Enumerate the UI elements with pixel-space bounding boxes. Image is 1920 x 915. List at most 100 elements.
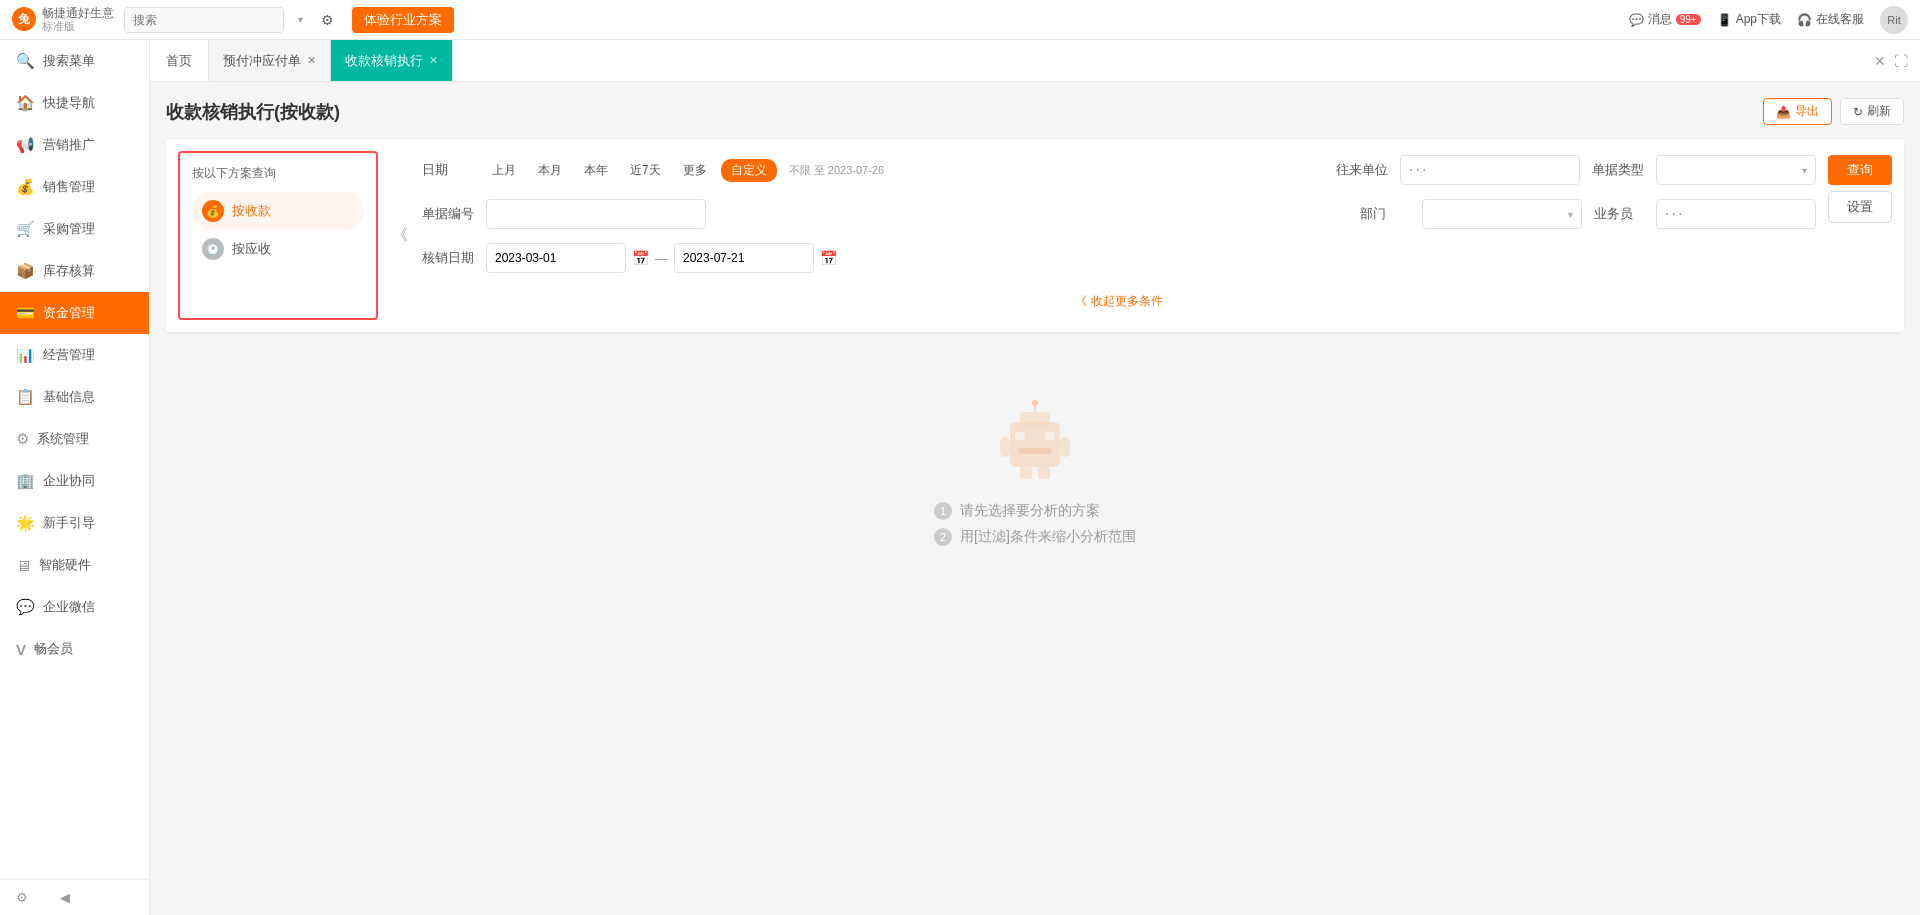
svg-rect-7 [1000, 437, 1010, 457]
sidebar-item-base-info[interactable]: 📋 基础信息 [0, 376, 149, 418]
settings-icon[interactable]: ⚙ [321, 12, 334, 28]
empty-tips: 1 请先选择要分析的方案 2 用[过滤]条件来缩小分析范围 [934, 502, 1136, 546]
sidebar-item-member[interactable]: V 畅会员 [0, 628, 149, 670]
sidebar: 🔍 搜索菜单 🏠 快捷导航 📢 营销推广 💰 销售管理 🛒 采购管理 📦 库存核… [0, 40, 150, 915]
verify-date-label: 核销日期 [422, 249, 474, 267]
doc-type-arrow-icon: ▾ [1802, 165, 1807, 176]
service-icon: 🎧 [1797, 13, 1812, 27]
window-close-icon[interactable]: ✕ [1874, 53, 1886, 69]
sidebar-item-marketing[interactable]: 📢 营销推广 [0, 124, 149, 166]
verify-date-start-input[interactable] [486, 243, 626, 273]
tab-prepay-label: 预付冲应付单 [223, 52, 301, 70]
sidebar-item-inventory[interactable]: 📦 库存核算 [0, 250, 149, 292]
window-maximize-icon[interactable]: ⛶ [1894, 53, 1908, 69]
verify-date-end-input[interactable] [674, 243, 814, 273]
date-this-month-btn[interactable]: 本月 [530, 159, 570, 182]
query-button[interactable]: 查询 [1828, 155, 1892, 185]
topbar-right: 💬 消息 99+ 📱 App下载 🎧 在线客服 Rit [1629, 6, 1908, 34]
bottom-settings-icon: ⚙ [16, 890, 28, 905]
svg-rect-6 [1018, 448, 1052, 454]
sidebar-item-operations[interactable]: 📊 经营管理 [0, 334, 149, 376]
date-more-btn[interactable]: 更多 [675, 159, 715, 182]
marketing-icon: 📢 [16, 136, 35, 154]
sidebar-item-enterprise[interactable]: 🏢 企业协同 [0, 460, 149, 502]
partner-dots: ··· [1409, 161, 1428, 179]
member-icon: V [16, 641, 26, 658]
inventory-icon: 📦 [16, 262, 35, 280]
date-custom-btn[interactable]: 自定义 [721, 159, 777, 182]
message-button[interactable]: 💬 消息 99+ [1629, 11, 1701, 28]
tab-home[interactable]: 首页 [150, 40, 209, 81]
sidebar-item-search-menu[interactable]: 🔍 搜索菜单 [0, 40, 149, 82]
tab-prepay[interactable]: 预付冲应付单 ✕ [209, 40, 331, 81]
doc-no-label: 单据编号 [422, 205, 474, 223]
app-label: App下载 [1736, 11, 1781, 28]
svg-rect-9 [1020, 467, 1032, 479]
tab-receipts[interactable]: 收款核销执行 ✕ [331, 40, 453, 81]
sidebar-item-finance[interactable]: 💳 资金管理 [0, 292, 149, 334]
sidebar-item-quick-nav[interactable]: 🏠 快捷导航 [0, 82, 149, 124]
tip-num-1: 1 [934, 502, 952, 520]
sidebar-label-base-info: 基础信息 [43, 388, 95, 406]
sidebar-item-wechat[interactable]: 💬 企业微信 [0, 586, 149, 628]
empty-tip-1: 1 请先选择要分析的方案 [934, 502, 1136, 520]
empty-tip-2: 2 用[过滤]条件来缩小分析范围 [934, 528, 1136, 546]
user-avatar[interactable]: Rit [1880, 6, 1908, 34]
tab-receipts-close-icon[interactable]: ✕ [429, 54, 438, 67]
sidebar-label-enterprise: 企业协同 [43, 472, 95, 490]
filter-option-by-receipt[interactable]: 💰 按收款 [192, 192, 364, 230]
doc-type-select[interactable]: ▾ [1656, 155, 1816, 185]
dept-select[interactable]: ▾ [1422, 199, 1582, 229]
page-header: 收款核销执行(按收款) 📤 导出 ↻ 刷新 [166, 98, 1904, 125]
doc-no-input[interactable] [486, 199, 706, 229]
tab-prepay-close-icon[interactable]: ✕ [307, 54, 316, 67]
sidebar-item-hardware[interactable]: 🖥 智能硬件 [0, 544, 149, 586]
verify-date-end-calendar-icon[interactable]: 📅 [820, 250, 837, 266]
solution-button[interactable]: 体验行业方案 [352, 7, 454, 33]
date-7days-btn[interactable]: 近7天 [622, 159, 669, 182]
search-chevron-icon[interactable]: ▾ [298, 14, 303, 25]
search-input[interactable] [124, 7, 284, 33]
refresh-icon: ↻ [1853, 105, 1863, 119]
brand-text: 标准版 [42, 20, 114, 33]
sidebar-item-purchase[interactable]: 🛒 采购管理 [0, 208, 149, 250]
staff-select[interactable]: ··· [1656, 199, 1816, 229]
date-last-month-btn[interactable]: 上月 [484, 159, 524, 182]
sidebar-label-wechat: 企业微信 [43, 598, 95, 616]
payable-option-label: 按应收 [232, 240, 271, 258]
date-sub-text: 不限 至 2023-07-26 [789, 163, 884, 178]
svg-rect-1 [1020, 412, 1050, 426]
verify-date-range: 📅 — 📅 [486, 243, 837, 273]
sales-icon: 💰 [16, 178, 35, 196]
staff-dots: ··· [1665, 205, 1684, 223]
refresh-label: 刷新 [1867, 103, 1891, 120]
dept-label: 部门 [1360, 205, 1410, 223]
filter-type-selector: 按以下方案查询 💰 按收款 🕐 按应收 [178, 151, 378, 320]
verify-date-start-calendar-icon[interactable]: 📅 [632, 250, 649, 266]
app-download-button[interactable]: 📱 App下载 [1717, 11, 1781, 28]
filter-option-by-payable[interactable]: 🕐 按应收 [192, 230, 364, 268]
sidebar-bottom-settings[interactable]: ⚙ [0, 880, 44, 915]
tab-window-controls: ✕ ⛶ [1862, 40, 1920, 81]
collapse-more-label: 收起更多条件 [1091, 293, 1163, 310]
collapse-icon: ◀ [60, 890, 70, 905]
sidebar-item-guide[interactable]: 🌟 新手引导 [0, 502, 149, 544]
export-button[interactable]: 📤 导出 [1763, 98, 1832, 125]
filter-row-2: 单据编号 部门 ▾ 业务员 ··· [422, 199, 1816, 229]
page-header-actions: 📤 导出 ↻ 刷新 [1763, 98, 1904, 125]
collapse-more-button[interactable]: 《 收起更多条件 [422, 287, 1816, 316]
date-this-year-btn[interactable]: 本年 [576, 159, 616, 182]
logo: 兔 畅捷通好生意 标准版 [12, 6, 114, 34]
service-button[interactable]: 🎧 在线客服 [1797, 11, 1864, 28]
refresh-button[interactable]: ↻ 刷新 [1840, 98, 1904, 125]
partner-select[interactable]: ··· [1400, 155, 1580, 185]
filter-collapse-button[interactable]: 《 [390, 225, 410, 246]
filter-settings-button[interactable]: 设置 [1828, 191, 1892, 223]
sidebar-item-sales[interactable]: 💰 销售管理 [0, 166, 149, 208]
sidebar-label-system: 系统管理 [37, 430, 89, 448]
page-content: 收款核销执行(按收款) 📤 导出 ↻ 刷新 按以下方案查询 [150, 82, 1920, 915]
page-title: 收款核销执行(按收款) [166, 100, 340, 124]
sidebar-collapse-button[interactable]: ◀ [44, 880, 86, 915]
sidebar-item-system[interactable]: ⚙ 系统管理 [0, 418, 149, 460]
staff-label: 业务员 [1594, 205, 1644, 223]
